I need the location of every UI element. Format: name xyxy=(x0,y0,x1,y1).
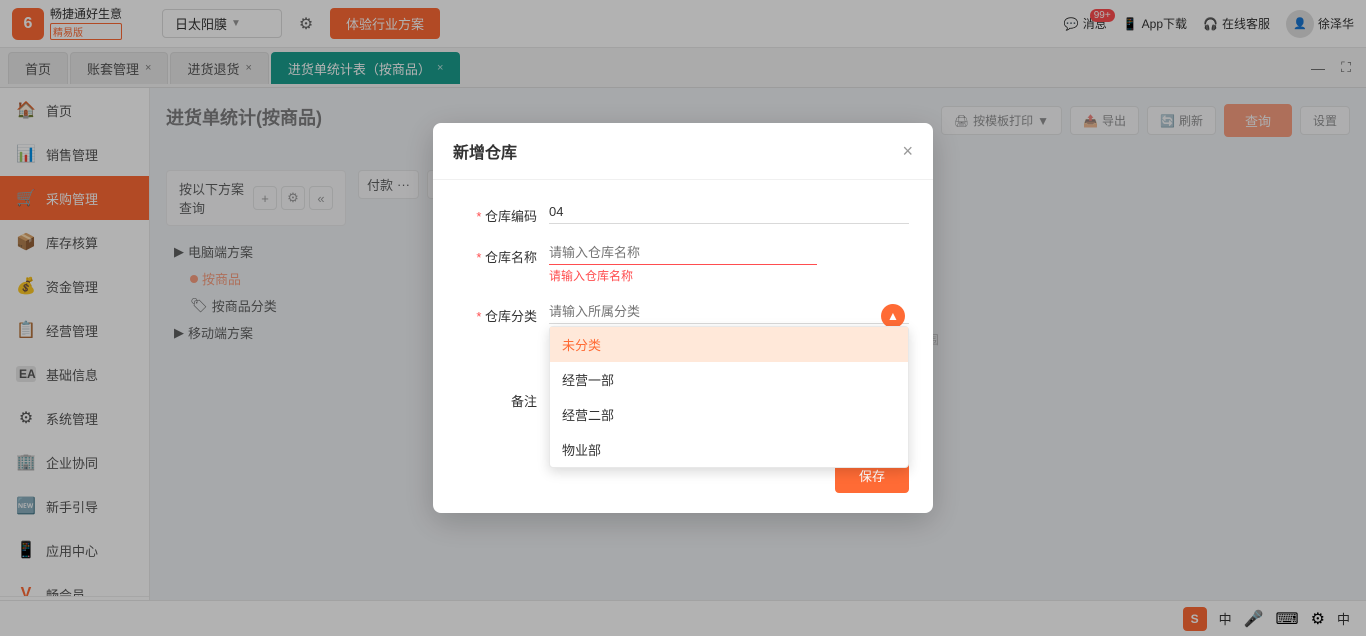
dialog-title: 新增仓库 xyxy=(453,139,517,163)
warehouse-category-input[interactable] xyxy=(549,300,909,324)
warehouse-name-error: 请输入仓库名称 xyxy=(549,267,817,284)
overlay: 新增仓库 × 仓库编码 仓库名称 请输入仓库名称 xyxy=(0,0,1366,636)
warehouse-code-label: 仓库编码 xyxy=(457,200,537,225)
category-dropdown-list: 未分类 经营一部 经营二部 物业部 xyxy=(549,326,909,468)
warehouse-category-wrapper: ▲ 未分类 经营一部 经营二部 物业部 xyxy=(549,300,909,324)
new-warehouse-dialog: 新增仓库 × 仓库编码 仓库名称 请输入仓库名称 xyxy=(433,123,933,513)
warehouse-category-label: 仓库分类 xyxy=(457,300,537,325)
warehouse-category-row: 仓库分类 ▲ 未分类 经营一部 经营二部 物业部 xyxy=(457,300,909,325)
warehouse-name-row: 仓库名称 请输入仓库名称 xyxy=(457,241,909,284)
warehouse-name-label: 仓库名称 xyxy=(457,241,537,266)
warehouse-code-row: 仓库编码 xyxy=(457,200,909,225)
notes-label: 备注 xyxy=(457,385,537,410)
dropdown-item-dept2[interactable]: 经营二部 xyxy=(550,397,908,432)
warehouse-code-input[interactable] xyxy=(549,200,909,224)
dropdown-item-dept1[interactable]: 经营一部 xyxy=(550,362,908,397)
warehouse-name-input[interactable] xyxy=(549,241,817,265)
dropdown-item-unclassified[interactable]: 未分类 xyxy=(550,327,908,362)
dialog-close-button[interactable]: × xyxy=(902,142,913,160)
dialog-header: 新增仓库 × xyxy=(433,123,933,180)
dropdown-item-dept3[interactable]: 物业部 xyxy=(550,432,908,467)
dialog-body: 仓库编码 仓库名称 请输入仓库名称 仓库分类 ▲ xyxy=(433,180,933,446)
dropdown-toggle-button[interactable]: ▲ xyxy=(881,304,905,328)
